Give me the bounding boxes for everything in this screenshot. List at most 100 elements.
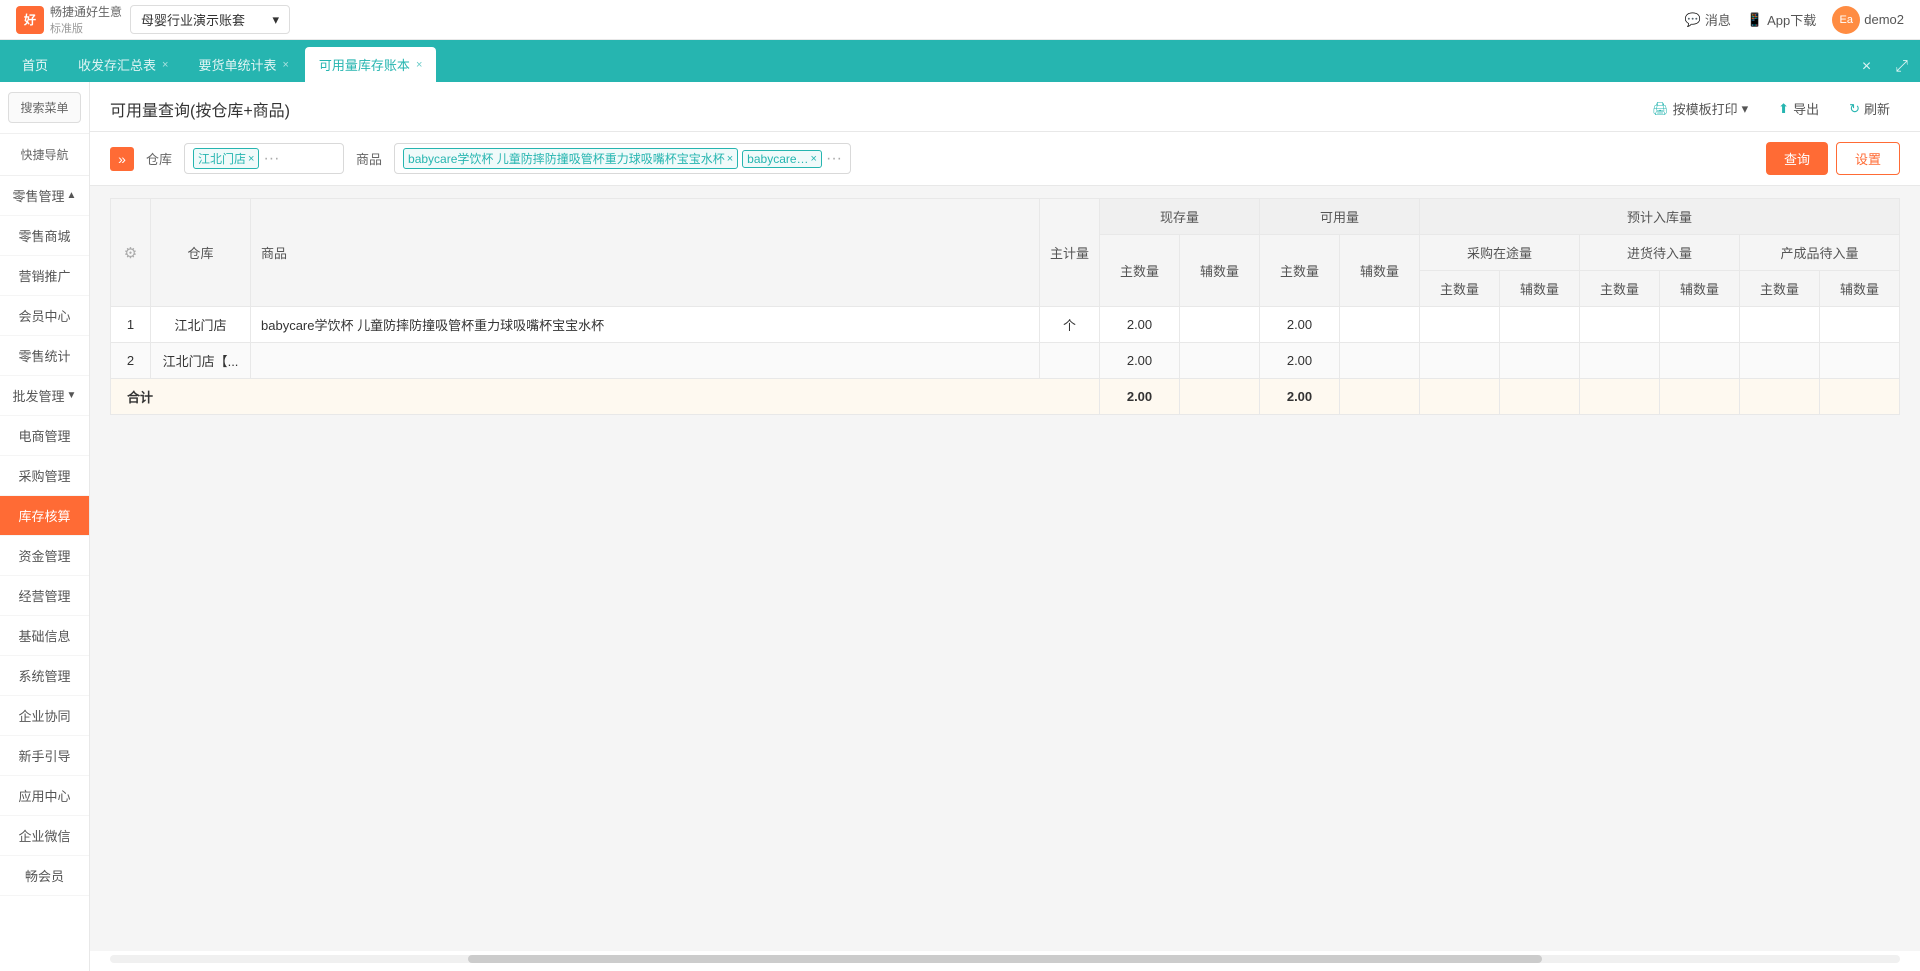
close-all-tabs-button[interactable]: × bbox=[1850, 52, 1883, 82]
sidebar-item-operations[interactable]: 经营管理 bbox=[0, 576, 89, 616]
warehouse-tag-close[interactable]: × bbox=[248, 153, 254, 165]
tab-close-icon[interactable]: × bbox=[282, 59, 288, 71]
sidebar-item-retail-management[interactable]: 零售管理 ▲ bbox=[0, 176, 89, 216]
product-more-icon[interactable]: ··· bbox=[826, 150, 842, 168]
sidebar-item-finance[interactable]: 资金管理 bbox=[0, 536, 89, 576]
table-footer bbox=[90, 951, 1920, 971]
sidebar-item-retail-stats[interactable]: 零售统计 bbox=[0, 336, 89, 376]
col-header-current-stock: 现存量 bbox=[1100, 199, 1260, 235]
user-menu[interactable]: Ea demo2 bbox=[1832, 6, 1904, 34]
table-wrapper: ⚙ 仓库 商品 主计量 现存量 可用量 预计入库量 主数量 辅数量 主数量 辅数… bbox=[90, 186, 1920, 951]
top-bar-right: 💬 消息 📱 App下载 Ea demo2 bbox=[1685, 6, 1904, 34]
tab-end-actions: × ⤢ bbox=[1850, 52, 1920, 82]
product-label: 商品 bbox=[356, 149, 382, 168]
top-bar: 好 畅捷通好生意 标准版 母婴行业演示账套 ▾ 💬 消息 📱 App下载 Ea … bbox=[0, 0, 1920, 40]
product-tag-close-1[interactable]: × bbox=[727, 153, 733, 165]
cell-purchase-main bbox=[1420, 343, 1500, 379]
tab-collect-summary[interactable]: 收发存汇总表 × bbox=[64, 47, 182, 82]
message-button[interactable]: 💬 消息 bbox=[1685, 10, 1731, 29]
print-icon: 🖨 bbox=[1652, 101, 1669, 117]
summary-incoming-main bbox=[1580, 379, 1660, 415]
col-header-product: 商品 bbox=[251, 199, 1040, 307]
sidebar-item-inventory[interactable]: 库存核算 bbox=[0, 496, 89, 536]
summary-purchase-main bbox=[1420, 379, 1500, 415]
sidebar-item-system[interactable]: 系统管理 bbox=[0, 656, 89, 696]
cell-avail-aux bbox=[1340, 343, 1420, 379]
logo-icon: 好 bbox=[16, 6, 44, 34]
sidebar-item-member-center[interactable]: 会员中心 bbox=[0, 296, 89, 336]
cell-incoming-main bbox=[1580, 343, 1660, 379]
sidebar-item-new-guide[interactable]: 新手引导 bbox=[0, 736, 89, 776]
summary-label: 合计 bbox=[111, 379, 1100, 415]
col-header-incoming-main: 主数量 bbox=[1580, 271, 1660, 307]
col-header-gear: ⚙ bbox=[111, 199, 151, 307]
cell-warehouse: 江北门店 bbox=[151, 307, 251, 343]
sidebar-item-app-center[interactable]: 应用中心 bbox=[0, 776, 89, 816]
scrollbar-thumb[interactable] bbox=[468, 955, 1542, 963]
settings-button[interactable]: 设置 bbox=[1836, 142, 1900, 175]
sidebar-item-wholesale-management[interactable]: 批发管理 ▼ bbox=[0, 376, 89, 416]
tab-close-icon[interactable]: × bbox=[416, 59, 422, 71]
sidebar-item-enterprise-wechat[interactable]: 企业微信 bbox=[0, 816, 89, 856]
cell-product: babycare学饮杯 儿童防摔防撞吸管杯重力球吸嘴杯宝宝水杯 bbox=[251, 307, 1040, 343]
product-filter-input[interactable]: babycare学饮杯 儿童防摔防撞吸管杯重力球吸嘴杯宝宝水杯 × babyca… bbox=[394, 143, 851, 174]
main-layout: 搜索菜单 快捷导航 零售管理 ▲ 零售商城 营销推广 会员中心 零售统计 批发管… bbox=[0, 82, 1920, 971]
sidebar-item-ecommerce[interactable]: 电商管理 bbox=[0, 416, 89, 456]
cell-unit bbox=[1039, 343, 1099, 379]
tab-order-stats[interactable]: 要货单统计表 × bbox=[184, 47, 302, 82]
page-title: 可用量查询(按仓库+商品) bbox=[110, 97, 290, 121]
filter-actions: 查询 设置 bbox=[1766, 142, 1900, 175]
expand-filter-button[interactable]: » bbox=[110, 147, 134, 171]
sidebar-item-marketing[interactable]: 营销推广 bbox=[0, 256, 89, 296]
warehouse-filter-input[interactable]: 江北门店 × ··· bbox=[184, 143, 344, 174]
col-header-purchase-aux: 辅数量 bbox=[1500, 271, 1580, 307]
product-tag-close-2[interactable]: × bbox=[811, 153, 817, 165]
quick-nav-button[interactable]: 快捷导航 bbox=[8, 142, 81, 167]
warehouse-more-icon[interactable]: ··· bbox=[263, 150, 279, 168]
cell-product-aux bbox=[1820, 343, 1900, 379]
col-header-warehouse: 仓库 bbox=[151, 199, 251, 307]
col-header-incoming-aux: 辅数量 bbox=[1660, 271, 1740, 307]
app-icon: 📱 bbox=[1747, 12, 1763, 28]
summary-stock-main: 2.00 bbox=[1100, 379, 1180, 415]
refresh-button[interactable]: ↻ 刷新 bbox=[1839, 94, 1900, 123]
scrollbar-track bbox=[110, 955, 1900, 963]
col-header-incoming-pending: 进货待入量 bbox=[1580, 235, 1740, 271]
export-button[interactable]: ⬆ 导出 bbox=[1768, 94, 1829, 123]
logo-area: 好 畅捷通好生意 标准版 bbox=[16, 3, 122, 36]
warehouse-label: 仓库 bbox=[146, 149, 172, 168]
cell-product-main bbox=[1740, 343, 1820, 379]
gear-icon[interactable]: ⚙ bbox=[124, 245, 137, 262]
cell-product-aux bbox=[1820, 307, 1900, 343]
summary-product-aux bbox=[1820, 379, 1900, 415]
print-button[interactable]: 🖨 按模板打印 ▾ bbox=[1642, 94, 1758, 123]
sidebar-item-enterprise-collab[interactable]: 企业协同 bbox=[0, 696, 89, 736]
cell-stock-aux bbox=[1180, 343, 1260, 379]
sidebar-item-purchasing[interactable]: 采购管理 bbox=[0, 456, 89, 496]
sidebar: 搜索菜单 快捷导航 零售管理 ▲ 零售商城 营销推广 会员中心 零售统计 批发管… bbox=[0, 82, 90, 971]
summary-avail-aux bbox=[1340, 379, 1420, 415]
sidebar-item-member[interactable]: 畅会员 bbox=[0, 856, 89, 896]
sidebar-item-basic-info[interactable]: 基础信息 bbox=[0, 616, 89, 656]
app-download-button[interactable]: 📱 App下载 bbox=[1747, 10, 1816, 29]
search-menu-button[interactable]: 搜索菜单 bbox=[8, 92, 81, 123]
nav-tabs: 首页 收发存汇总表 × 要货单统计表 × 可用量库存账本 × × ⤢ bbox=[0, 40, 1920, 82]
cell-incoming-aux bbox=[1660, 343, 1740, 379]
col-header-forecast: 预计入库量 bbox=[1420, 199, 1900, 235]
arrow-icon: ▲ bbox=[67, 190, 77, 201]
brand-select[interactable]: 母婴行业演示账套 ▾ bbox=[130, 5, 290, 34]
product-tag-2: babycare… × bbox=[742, 150, 822, 168]
tab-home[interactable]: 首页 bbox=[8, 47, 62, 82]
arrow-icon: ▼ bbox=[67, 390, 77, 401]
col-header-avail-aux: 辅数量 bbox=[1340, 235, 1420, 307]
expand-tabs-button[interactable]: ⤢ bbox=[1883, 52, 1920, 82]
col-header-purchase-main: 主数量 bbox=[1420, 271, 1500, 307]
sidebar-item-retail-mall[interactable]: 零售商城 bbox=[0, 216, 89, 256]
col-header-product-aux: 辅数量 bbox=[1820, 271, 1900, 307]
tab-close-icon[interactable]: × bbox=[162, 59, 168, 71]
table-row: 2 江北门店【... 2.00 2.00 bbox=[111, 343, 1900, 379]
tab-available-stock[interactable]: 可用量库存账本 × bbox=[305, 47, 436, 82]
query-button[interactable]: 查询 bbox=[1766, 142, 1828, 175]
cell-incoming-aux bbox=[1660, 307, 1740, 343]
col-header-available: 可用量 bbox=[1260, 199, 1420, 235]
